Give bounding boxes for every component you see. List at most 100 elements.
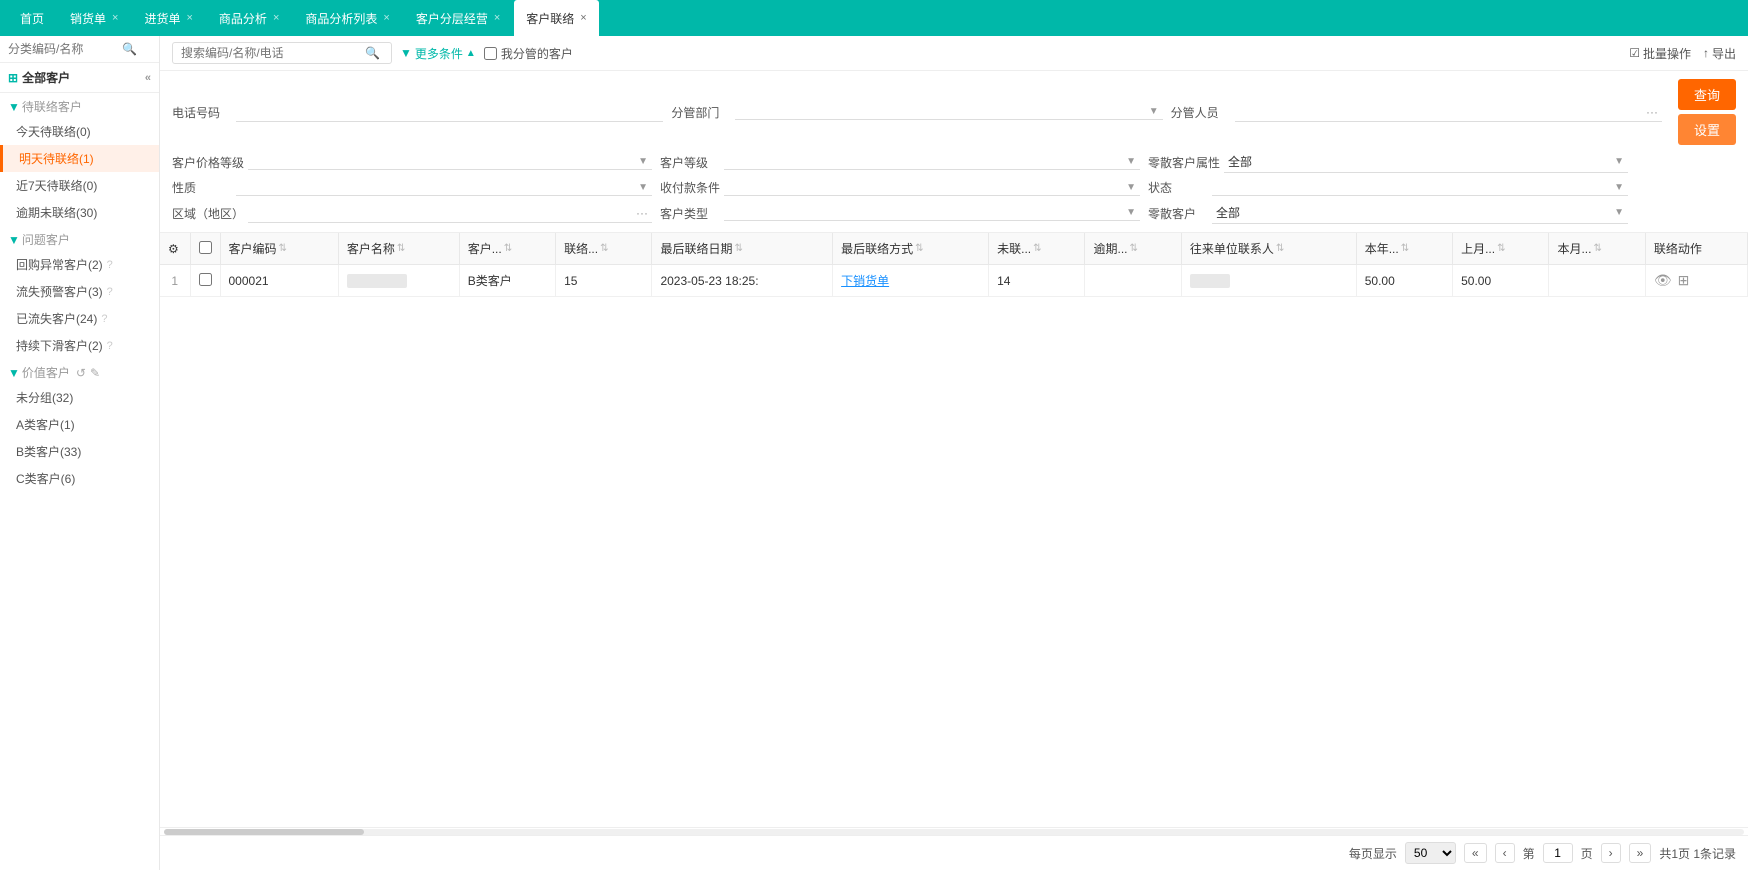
- table-gear-icon[interactable]: ⚙: [168, 242, 179, 256]
- sidebar-item-declining-customers[interactable]: 持续下滑客户(2) ?: [0, 332, 159, 359]
- row-checkbox[interactable]: [199, 273, 212, 286]
- sidebar-item-7days-contact[interactable]: 近7天待联络(0): [0, 172, 159, 199]
- sort-icon-person[interactable]: ⇅: [1276, 243, 1284, 254]
- payment-select[interactable]: ▼: [724, 180, 1140, 196]
- sort-icon-overdue[interactable]: ⇅: [1130, 243, 1138, 254]
- nav-sales-order[interactable]: 销货单 ×: [58, 0, 130, 36]
- sidebar-item-class-c[interactable]: C类客户(6): [0, 465, 159, 492]
- collapse-icon[interactable]: «: [145, 72, 151, 84]
- status-select[interactable]: ▼: [1212, 180, 1628, 196]
- sort-icon-last-month[interactable]: ⇅: [1497, 243, 1505, 254]
- nav-product-analysis-list[interactable]: 商品分析列表 ×: [293, 0, 401, 36]
- retail-customer-select[interactable]: 全部 ▼: [1212, 202, 1628, 224]
- price-level-select[interactable]: ▼: [248, 154, 652, 170]
- sort-icon-unlisted[interactable]: ⇅: [1033, 243, 1041, 254]
- page-size-select[interactable]: 50 20 100: [1405, 842, 1456, 864]
- edit-icon[interactable]: ✎: [90, 366, 100, 380]
- all-customers-header[interactable]: ⊞ 全部客户 «: [0, 63, 159, 93]
- sidebar-item-churn-warning[interactable]: 流失预警客户(3) ?: [0, 278, 159, 305]
- person-select[interactable]: ···: [1235, 103, 1662, 122]
- main-search-input[interactable]: [181, 46, 361, 60]
- nav-customer-tier[interactable]: 客户分层经营 ×: [404, 0, 512, 36]
- sidebar-item-ungrouped[interactable]: 未分组(32): [0, 384, 159, 411]
- sidebar-item-repurchase-anomaly[interactable]: 回购异常客户(2) ?: [0, 251, 159, 278]
- nav-home[interactable]: 首页: [8, 0, 56, 36]
- select-all-checkbox[interactable]: [199, 241, 212, 254]
- td-this-month: [1549, 265, 1645, 297]
- next-page-btn[interactable]: ›: [1601, 843, 1621, 863]
- sort-icon-name[interactable]: ⇅: [397, 243, 405, 254]
- phone-input[interactable]: [236, 103, 663, 122]
- export-btn[interactable]: ↑ 导出: [1703, 45, 1736, 62]
- filter-status: 状态 ▼: [1148, 179, 1628, 196]
- dept-select[interactable]: ▼: [735, 104, 1162, 120]
- close-purchase-order-icon[interactable]: ×: [186, 12, 192, 24]
- page-number-input[interactable]: [1543, 843, 1573, 863]
- th-customer-code: 客户编码 ⇅: [220, 233, 338, 265]
- filter-bar: 🔍 ▼ 更多条件 ▲ 我分管的客户 ☑ 批量操作 ↑ 导出: [160, 36, 1748, 71]
- group-value-customers[interactable]: ▼ 价值客户 ↺ ✎: [0, 359, 159, 384]
- nav-purchase-order[interactable]: 进货单 ×: [132, 0, 204, 36]
- more-conditions-btn[interactable]: ▼ 更多条件 ▲: [400, 45, 476, 62]
- sort-icon-code[interactable]: ⇅: [279, 243, 287, 254]
- customer-table: ⚙ 客户编码 ⇅ 客户名称: [160, 233, 1748, 297]
- first-page-btn[interactable]: «: [1464, 843, 1487, 863]
- retail-attr-select[interactable]: 全部 ▼: [1224, 151, 1628, 173]
- contact-method-link[interactable]: 下销货单: [841, 274, 889, 288]
- row-action-eye-icon[interactable]: 👁: [1654, 272, 1672, 289]
- th-contact-count: 联络... ⇅: [556, 233, 652, 265]
- group-problem-customers[interactable]: ▼ 问题客户: [0, 226, 159, 251]
- person-dots-icon[interactable]: ···: [1646, 105, 1658, 119]
- close-sales-order-icon[interactable]: ×: [112, 12, 118, 24]
- sort-icon-contact[interactable]: ⇅: [600, 243, 608, 254]
- nav-customer-contact[interactable]: 客户联络 ×: [514, 0, 598, 36]
- sidebar-search-icon[interactable]: 🔍: [122, 42, 137, 56]
- sidebar-item-overdue-contact[interactable]: 逾期未联络(30): [0, 199, 159, 226]
- sidebar-item-tomorrow-contact[interactable]: 明天待联络(1): [0, 145, 159, 172]
- refresh-icon[interactable]: ↺: [76, 366, 86, 380]
- sidebar-search-input[interactable]: [8, 42, 118, 56]
- right-actions: ☑ 批量操作 ↑ 导出: [1629, 45, 1736, 62]
- horizontal-scrollbar[interactable]: [160, 827, 1748, 835]
- area-dots-icon[interactable]: ···: [636, 206, 648, 220]
- group-pending-contact[interactable]: ▼ 待联络客户: [0, 93, 159, 118]
- batch-ops-btn[interactable]: ☑ 批量操作: [1629, 45, 1691, 62]
- th-customer-type-col: 客户... ⇅: [459, 233, 555, 265]
- area-select[interactable]: ···: [248, 204, 652, 223]
- filter-icon: ▼: [400, 46, 412, 60]
- th-checkbox: [190, 233, 220, 265]
- sidebar-search-area: 🔍: [0, 36, 159, 63]
- close-product-list-icon[interactable]: ×: [383, 12, 389, 24]
- row-action-grid-icon[interactable]: ⊞: [1678, 272, 1690, 289]
- close-customer-contact-icon[interactable]: ×: [580, 12, 586, 24]
- nav-product-analysis[interactable]: 商品分析 ×: [207, 0, 291, 36]
- retail-attr-label: 零散客户属性: [1148, 154, 1220, 171]
- customer-name-redacted: [347, 274, 407, 288]
- close-product-analysis-icon[interactable]: ×: [273, 12, 279, 24]
- prev-page-btn[interactable]: ‹: [1495, 843, 1515, 863]
- customer-type-select[interactable]: ▼: [724, 205, 1140, 221]
- sidebar-item-lost-customers[interactable]: 已流失客户(24) ?: [0, 305, 159, 332]
- filter-row-2: 客户价格等级 ▼ 客户等级 ▼ 零散客户属性 全部: [172, 151, 1736, 173]
- query-button[interactable]: 查询: [1678, 79, 1736, 110]
- th-this-month: 本月... ⇅: [1549, 233, 1645, 265]
- group-triangle-icon: ▼: [8, 100, 20, 114]
- th-this-year: 本年... ⇅: [1356, 233, 1452, 265]
- my-customers-checkbox[interactable]: [484, 47, 497, 60]
- customer-level-select[interactable]: ▼: [724, 154, 1140, 170]
- filter-customer-type: 客户类型 ▼: [660, 205, 1140, 222]
- last-page-btn[interactable]: »: [1629, 843, 1652, 863]
- sort-icon-date[interactable]: ⇅: [734, 243, 742, 254]
- close-customer-tier-icon[interactable]: ×: [494, 12, 500, 24]
- sort-icon-year[interactable]: ⇅: [1401, 243, 1409, 254]
- sidebar-item-class-b[interactable]: B类客户(33): [0, 438, 159, 465]
- filter-row-1: 电话号码 分管部门 ▼ 分管人员 ···: [172, 79, 1736, 145]
- settings-button[interactable]: 设置: [1678, 114, 1736, 145]
- sidebar-item-today-contact[interactable]: 今天待联络(0): [0, 118, 159, 145]
- main-search-icon[interactable]: 🔍: [365, 46, 380, 60]
- sort-icon-method[interactable]: ⇅: [915, 243, 923, 254]
- nature-select[interactable]: ▼: [236, 180, 652, 196]
- sidebar-item-class-a[interactable]: A类客户(1): [0, 411, 159, 438]
- sort-icon-this-month[interactable]: ⇅: [1593, 243, 1601, 254]
- sort-icon-type[interactable]: ⇅: [504, 243, 512, 254]
